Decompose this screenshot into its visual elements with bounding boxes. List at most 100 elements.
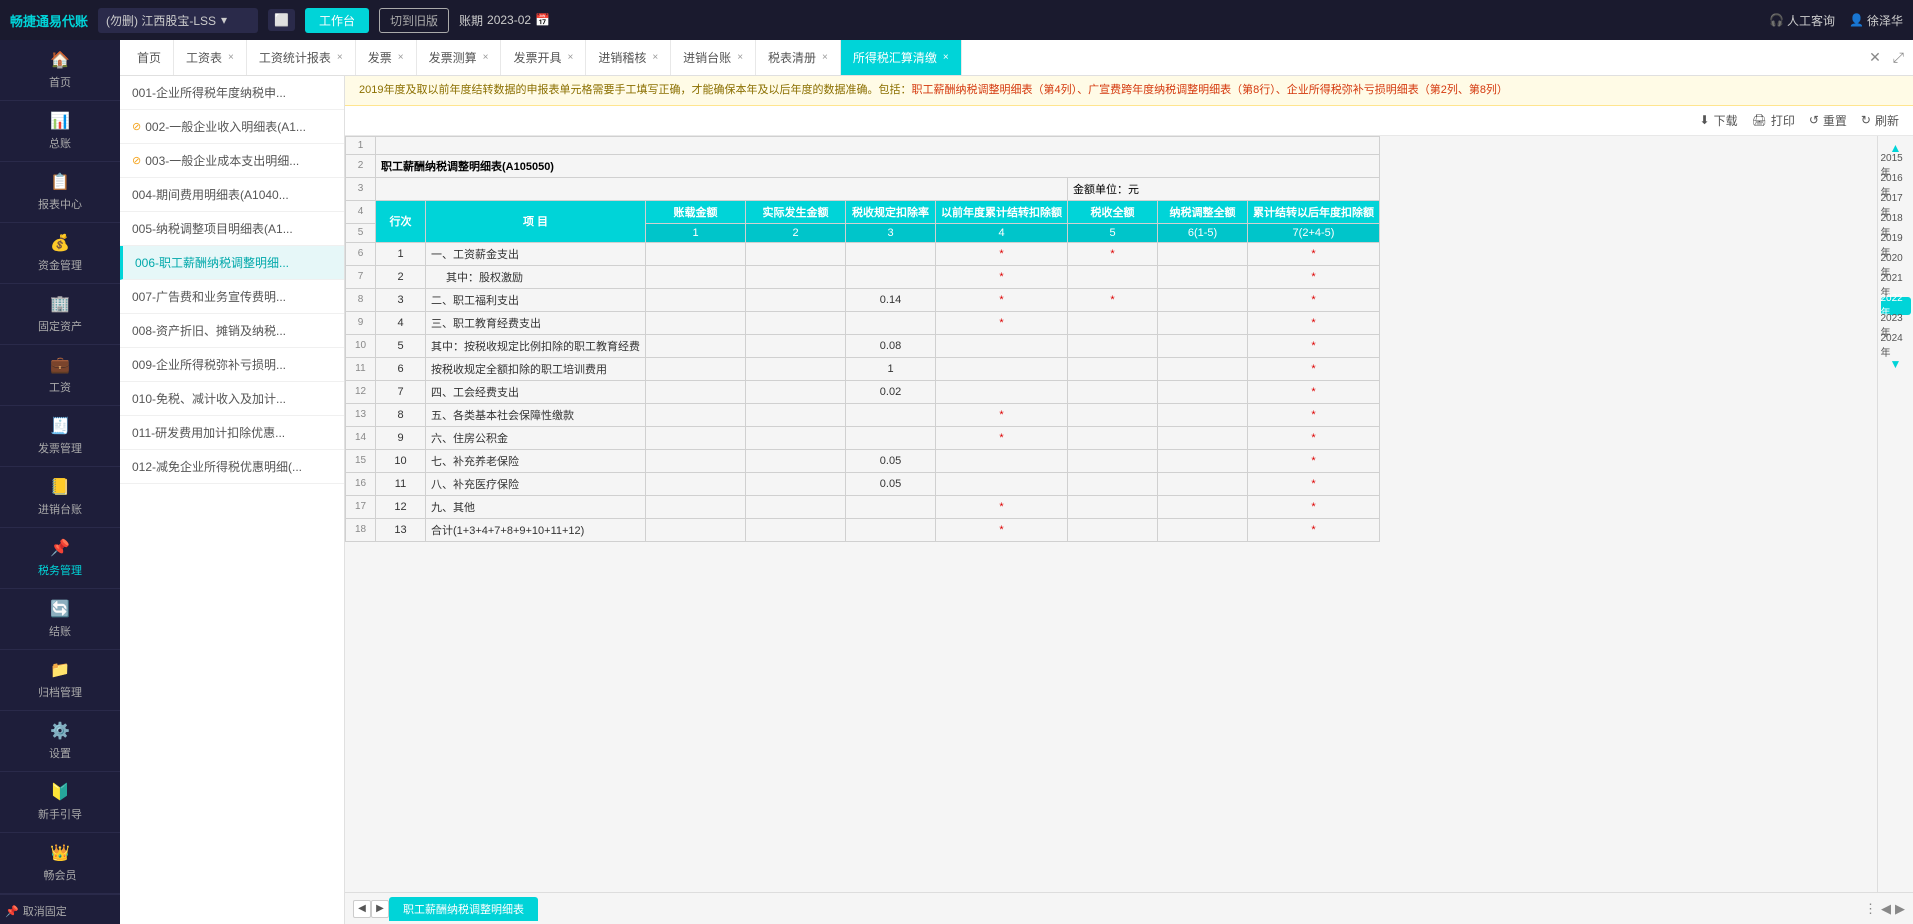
pin-icon: 📌 [5,905,19,918]
print-button[interactable]: 🖨 打印 [1752,112,1795,129]
tab-close-sales-ledger[interactable]: × [737,52,743,63]
sidebar-label-reconcile: 结账 [49,623,71,639]
sidebar-item-fixed-assets[interactable]: 🏢 固定资产 [0,284,120,345]
toolbar: ⬇ 下载 🖨 打印 ↺ 重置 ↻ 刷新 [345,106,1913,136]
tab-action-expand[interactable]: ⤢ [1889,47,1908,68]
empty-row-1 [376,136,1380,154]
tab-invoice-calc[interactable]: 发票测算 × [417,40,502,76]
payroll-icon: 💼 [50,355,70,375]
table-row: 12 7 四、工会经费支出 0.02 * [346,380,1380,403]
year-nav-down[interactable]: ▼ [1884,356,1908,372]
cancel-fixed-label: 取消固定 [23,903,67,919]
form-item-009[interactable]: 009-企业所得税弥补亏损明... [120,348,344,382]
tab-label-payroll: 工资表 [186,49,222,66]
sidebar-item-report-center[interactable]: 📋 报表中心 [0,162,120,223]
sidebar-label-new-guide: 新手引导 [38,806,82,822]
table-row: 15 10 七、补充养老保险 0.05 * [346,449,1380,472]
tab-action-close[interactable]: ✕ [1865,47,1885,68]
form-item-003[interactable]: ⊘ 003-一般企业成本支出明细... [120,144,344,178]
tab-close-payroll-report[interactable]: × [337,52,343,63]
tab-sales-ledger[interactable]: 进销台账 × [671,40,756,76]
sidebar-item-general-ledger[interactable]: 📊 总账 [0,101,120,162]
spreadsheet-main[interactable]: 1 2 职工薪酬纳税调整明细表(A105050) [345,136,1877,893]
old-version-button[interactable]: 切到旧版 [379,8,449,33]
sidebar-item-archive-mgmt[interactable]: 📁 归档管理 [0,650,120,711]
user-profile[interactable]: 👤 徐泽华 [1849,12,1903,29]
sidebar-label-fixed-assets: 固定资产 [38,318,82,334]
form-item-001-label: 001-企业所得税年度纳税申... [132,84,286,101]
headset-icon: 🎧 [1769,13,1784,27]
top-bar: 畅捷通易代账 (勿删) 江西股宝-LSS ▾ ⬜ 工作台 切到旧版 账期 202… [0,0,1913,40]
form-item-002[interactable]: ⊘ 002-一般企业收入明细表(A1... [120,110,344,144]
row-num-3: 3 [346,177,376,200]
sidebar-item-member[interactable]: 👑 畅会员 [0,833,120,894]
tab-purchase-audit[interactable]: 进销稽核 × [586,40,671,76]
sidebar-item-payroll[interactable]: 💼 工资 [0,345,120,406]
sidebar-item-invoice-mgmt[interactable]: 🧾 发票管理 [0,406,120,467]
form-item-007[interactable]: 007-广告费和业务宣传费明... [120,280,344,314]
tab-close-income-tax[interactable]: × [943,52,949,63]
calendar-icon[interactable]: 📅 [535,13,550,27]
sidebar-item-new-guide[interactable]: 🔰 新手引导 [0,772,120,833]
bottom-sheet-tab[interactable]: 职工薪酬纳税调整明细表 [389,897,538,921]
form-item-004[interactable]: 004-期间费用明细表(A1040... [120,178,344,212]
sidebar-item-asset-mgmt[interactable]: 💰 资金管理 [0,223,120,284]
sidebar-label-asset-mgmt: 资金管理 [38,257,82,273]
sheet-options-icon[interactable]: ⋮ [1864,901,1877,917]
unit-label: 金额单位：元 [1068,177,1380,200]
tab-close-invoice[interactable]: × [398,52,404,63]
sidebar-item-sales-ledger[interactable]: 📒 进销台账 [0,467,120,528]
tab-close-payroll[interactable]: × [228,52,234,63]
workspace-button[interactable]: 工作台 [305,8,369,33]
tab-payroll-report[interactable]: 工资统计报表 × [247,40,356,76]
table-row: 6 1 一、工资薪金支出 * * * [346,242,1380,265]
tab-close-invoice-issue[interactable]: × [567,52,573,63]
company-icon-btn[interactable]: ⬜ [268,9,295,31]
tab-close-tax-book[interactable]: × [822,52,828,63]
support-link[interactable]: 🎧 人工客询 [1769,12,1835,29]
reset-label: 重置 [1823,112,1847,129]
error-icon-002: ⊘ [132,120,141,133]
form-item-011[interactable]: 011-研发费用加计扣除优惠... [120,416,344,450]
tab-tax-book[interactable]: 税表清册 × [756,40,841,76]
table-row: 9 4 三、职工教育经费支出 * * [346,311,1380,334]
sidebar-item-settings[interactable]: ⚙️ 设置 [0,711,120,772]
table-row: 7 2 其中：股权激励 * * [346,265,1380,288]
form-item-006[interactable]: 006-职工薪酬纳税调整明细... [120,246,344,280]
cancel-fixed-btn[interactable]: 📌 取消固定 [0,894,120,924]
tab-home[interactable]: 首页 [125,40,174,76]
company-selector[interactable]: (勿删) 江西股宝-LSS ▾ [98,8,258,33]
download-button[interactable]: ⬇ 下载 [1700,112,1738,129]
sidebar-item-home[interactable]: 🏠 首页 [0,40,120,101]
col7-header: 累计结转以后年度扣除额 [1248,200,1380,223]
table-row: 10 5 其中：按税收规定比例扣除的职工教育经费 0.08 * [346,334,1380,357]
member-icon: 👑 [50,843,70,863]
scroll-left-icon[interactable]: ◀ [1881,901,1891,917]
form-item-008[interactable]: 008-资产折旧、摊销及纳税... [120,314,344,348]
tab-invoice-issue[interactable]: 发票开具 × [501,40,586,76]
form-item-001[interactable]: 001-企业所得税年度纳税申... [120,76,344,110]
tab-close-invoice-calc[interactable]: × [483,52,489,63]
form-item-010-label: 010-免税、减计收入及加计... [132,390,286,407]
scroll-right-icon[interactable]: ▶ [1895,901,1905,917]
form-item-010[interactable]: 010-免税、减计收入及加计... [120,382,344,416]
form-item-005[interactable]: 005-纳税调整项目明细表(A1... [120,212,344,246]
form-item-011-label: 011-研发费用加计扣除优惠... [132,424,285,441]
form-item-009-label: 009-企业所得税弥补亏损明... [132,356,286,373]
form-item-012[interactable]: 012-减免企业所得税优惠明细(... [120,450,344,484]
reset-button[interactable]: ↺ 重置 [1809,112,1847,129]
sheet-nav-right[interactable]: ▶ [371,900,389,918]
sidebar-item-tax-mgmt[interactable]: 📌 税务管理 [0,528,120,589]
year-2024[interactable]: 2024年 [1881,337,1911,355]
col2-num: 2 [746,223,846,242]
form-item-007-label: 007-广告费和业务宣传费明... [132,288,286,305]
sidebar-item-reconcile[interactable]: 🔄 结账 [0,589,120,650]
download-icon: ⬇ [1700,113,1710,127]
tab-close-purchase-audit[interactable]: × [652,52,658,63]
tab-income-tax[interactable]: 所得税汇算清缴 × [841,40,962,76]
tab-payroll[interactable]: 工资表 × [174,40,247,76]
sheet-nav-left[interactable]: ◀ [353,900,371,918]
sidebar-label-payroll: 工资 [49,379,71,395]
refresh-button[interactable]: ↻ 刷新 [1861,112,1899,129]
tab-invoice[interactable]: 发票 × [356,40,417,76]
